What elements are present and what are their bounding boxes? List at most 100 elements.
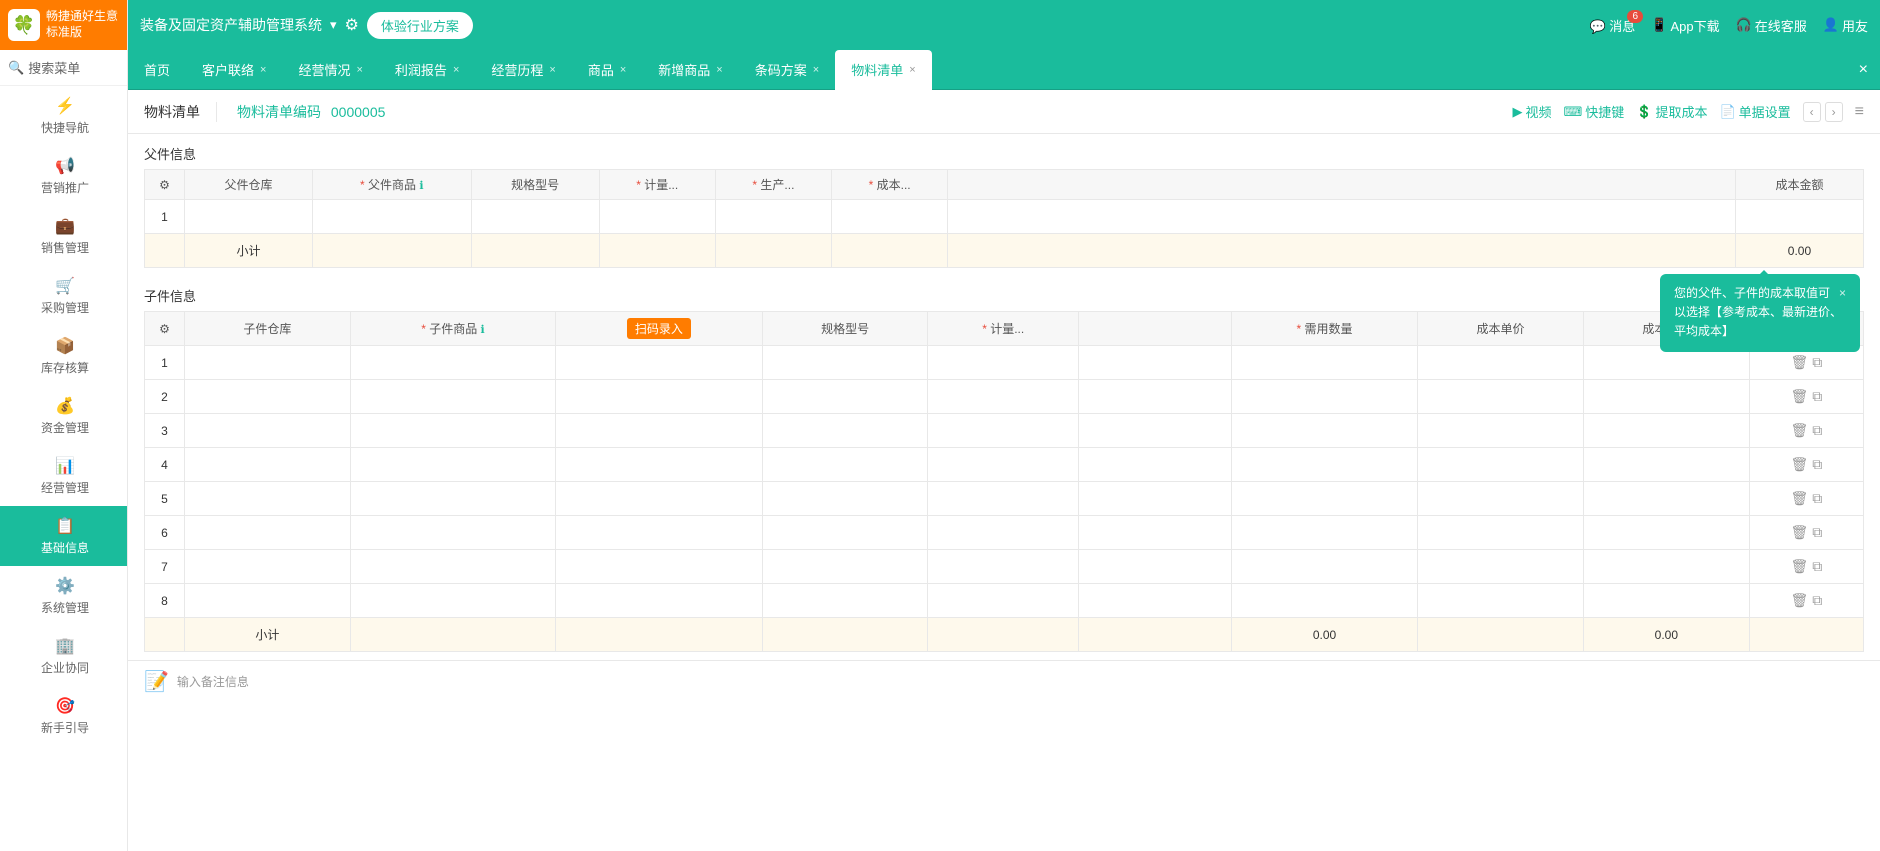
parent-spec-cell[interactable] [471, 200, 599, 234]
child-warehouse-8[interactable] [185, 584, 351, 618]
child-warehouse-1[interactable] [185, 346, 351, 380]
delete-row-1[interactable]: 🗑 [1790, 354, 1808, 371]
child-product-6[interactable] [350, 516, 555, 550]
delete-row-6[interactable]: 🗑 [1790, 524, 1808, 541]
child-spec-2[interactable] [762, 380, 928, 414]
child-spec-3[interactable] [762, 414, 928, 448]
sidebar-item-finance[interactable]: 💰 资金管理 [0, 386, 127, 446]
child-qty-1[interactable] [928, 346, 1078, 380]
child-amount-6[interactable] [1583, 516, 1749, 550]
close-new-goods-tab[interactable]: × [716, 64, 722, 76]
close-bom-tab[interactable]: × [909, 64, 915, 76]
bottom-hint-text[interactable]: 输入备注信息 [177, 673, 249, 690]
child-qty-3[interactable] [928, 414, 1078, 448]
child-warehouse-5[interactable] [185, 482, 351, 516]
copy-row-8[interactable]: ⧉ [1812, 592, 1822, 609]
copy-row-5[interactable]: ⧉ [1812, 490, 1822, 507]
app-download[interactable]: 📱 App下载 [1651, 16, 1719, 35]
sidebar-item-quick-nav[interactable]: ⚡ 快捷导航 [0, 86, 127, 146]
sidebar-item-system[interactable]: ⚙️ 系统管理 [0, 566, 127, 626]
copy-row-7[interactable]: ⧉ [1812, 558, 1822, 575]
child-amount-3[interactable] [1583, 414, 1749, 448]
child-unit-cost-2[interactable] [1418, 380, 1584, 414]
view-action[interactable]: ▶ 视频 [1512, 102, 1551, 121]
child-unit-cost-3[interactable] [1418, 414, 1584, 448]
child-product-5[interactable] [350, 482, 555, 516]
child-unit-cost-4[interactable] [1418, 448, 1584, 482]
sidebar-item-purchase[interactable]: 🛒 采购管理 [0, 266, 127, 326]
scrollable-content[interactable]: 父件信息 ⚙ 父件仓库 * 父件商品 ℹ 规格型号 * 计量... * 生产..… [128, 134, 1880, 851]
delete-row-5[interactable]: 🗑 [1790, 490, 1808, 507]
settings-icon[interactable]: ⚙ [345, 15, 359, 35]
child-product-7[interactable] [350, 550, 555, 584]
child-product-1[interactable] [350, 346, 555, 380]
child-unit-cost-1[interactable] [1418, 346, 1584, 380]
tab-bom[interactable]: 物料清单 × [835, 50, 931, 90]
user-menu[interactable]: 👤 用友 [1823, 16, 1868, 35]
tab-home[interactable]: 首页 [128, 50, 186, 90]
sidebar-item-operations[interactable]: 📊 经营管理 [0, 446, 127, 506]
child-product-3[interactable] [350, 414, 555, 448]
system-dropdown[interactable]: ▾ [330, 17, 337, 33]
sidebar-item-inventory[interactable]: 📦 库存核算 [0, 326, 127, 386]
child-amount-5[interactable] [1583, 482, 1749, 516]
child-unit-cost-5[interactable] [1418, 482, 1584, 516]
grid-view-icon[interactable]: ≡ [1855, 103, 1864, 121]
child-amount-8[interactable] [1583, 584, 1749, 618]
copy-row-3[interactable]: ⧉ [1812, 422, 1822, 439]
sidebar-item-enterprise[interactable]: 🏢 企业协同 [0, 626, 127, 686]
parent-amount-cell[interactable] [1735, 200, 1863, 234]
delete-row-7[interactable]: 🗑 [1790, 558, 1808, 575]
tab-history[interactable]: 经营历程 × [475, 50, 571, 90]
single-settings-action[interactable]: 📄 单据设置 [1719, 102, 1790, 121]
child-col-settings[interactable]: ⚙ [145, 312, 185, 346]
scan-input-btn[interactable]: 扫码录入 [627, 318, 691, 339]
child-amount-7[interactable] [1583, 550, 1749, 584]
child-qty-5[interactable] [928, 482, 1078, 516]
delete-row-2[interactable]: 🗑 [1790, 388, 1808, 405]
child-unit-cost-7[interactable] [1418, 550, 1584, 584]
child-qty-2[interactable] [928, 380, 1078, 414]
child-needed-4[interactable] [1231, 448, 1417, 482]
child-needed-8[interactable] [1231, 584, 1417, 618]
delete-row-4[interactable]: 🗑 [1790, 456, 1808, 473]
prev-arrow[interactable]: ‹ [1803, 102, 1821, 122]
child-col-scan[interactable]: 扫码录入 [556, 312, 763, 346]
child-spec-1[interactable] [762, 346, 928, 380]
next-arrow[interactable]: › [1825, 102, 1843, 122]
child-needed-6[interactable] [1231, 516, 1417, 550]
tab-profit[interactable]: 利润报告 × [379, 50, 475, 90]
shortcut-action[interactable]: ⌨ 快捷键 [1563, 102, 1624, 121]
child-warehouse-6[interactable] [185, 516, 351, 550]
sidebar-search[interactable]: 🔍 搜索菜单 [0, 50, 127, 86]
close-barcode-tab[interactable]: × [813, 64, 819, 76]
sidebar-item-guide[interactable]: 🎯 新手引导 [0, 686, 127, 746]
child-needed-5[interactable] [1231, 482, 1417, 516]
extract-cost-action[interactable]: 💲 提取成本 [1636, 102, 1707, 121]
child-qty-7[interactable] [928, 550, 1078, 584]
close-operations-tab[interactable]: × [356, 64, 362, 76]
close-profit-tab[interactable]: × [453, 64, 459, 76]
child-spec-4[interactable] [762, 448, 928, 482]
tab-new-goods[interactable]: 新增商品 × [642, 50, 738, 90]
copy-row-6[interactable]: ⧉ [1812, 524, 1822, 541]
parent-qty-cell[interactable] [599, 200, 715, 234]
delete-row-8[interactable]: 🗑 [1790, 592, 1808, 609]
child-spec-8[interactable] [762, 584, 928, 618]
close-history-tab[interactable]: × [549, 64, 555, 76]
child-amount-2[interactable] [1583, 380, 1749, 414]
sidebar-item-basics[interactable]: 📋 基础信息 [0, 506, 127, 566]
child-needed-3[interactable] [1231, 414, 1417, 448]
delete-row-3[interactable]: 🗑 [1790, 422, 1808, 439]
tab-goods[interactable]: 商品 × [572, 50, 642, 90]
child-warehouse-7[interactable] [185, 550, 351, 584]
child-product-8[interactable] [350, 584, 555, 618]
child-needed-1[interactable] [1231, 346, 1417, 380]
child-product-2[interactable] [350, 380, 555, 414]
child-warehouse-2[interactable] [185, 380, 351, 414]
close-all-tabs[interactable]: × [1847, 61, 1880, 79]
copy-row-1[interactable]: ⧉ [1812, 354, 1822, 371]
parent-product-cell[interactable] [313, 200, 472, 234]
child-qty-6[interactable] [928, 516, 1078, 550]
child-product-4[interactable] [350, 448, 555, 482]
